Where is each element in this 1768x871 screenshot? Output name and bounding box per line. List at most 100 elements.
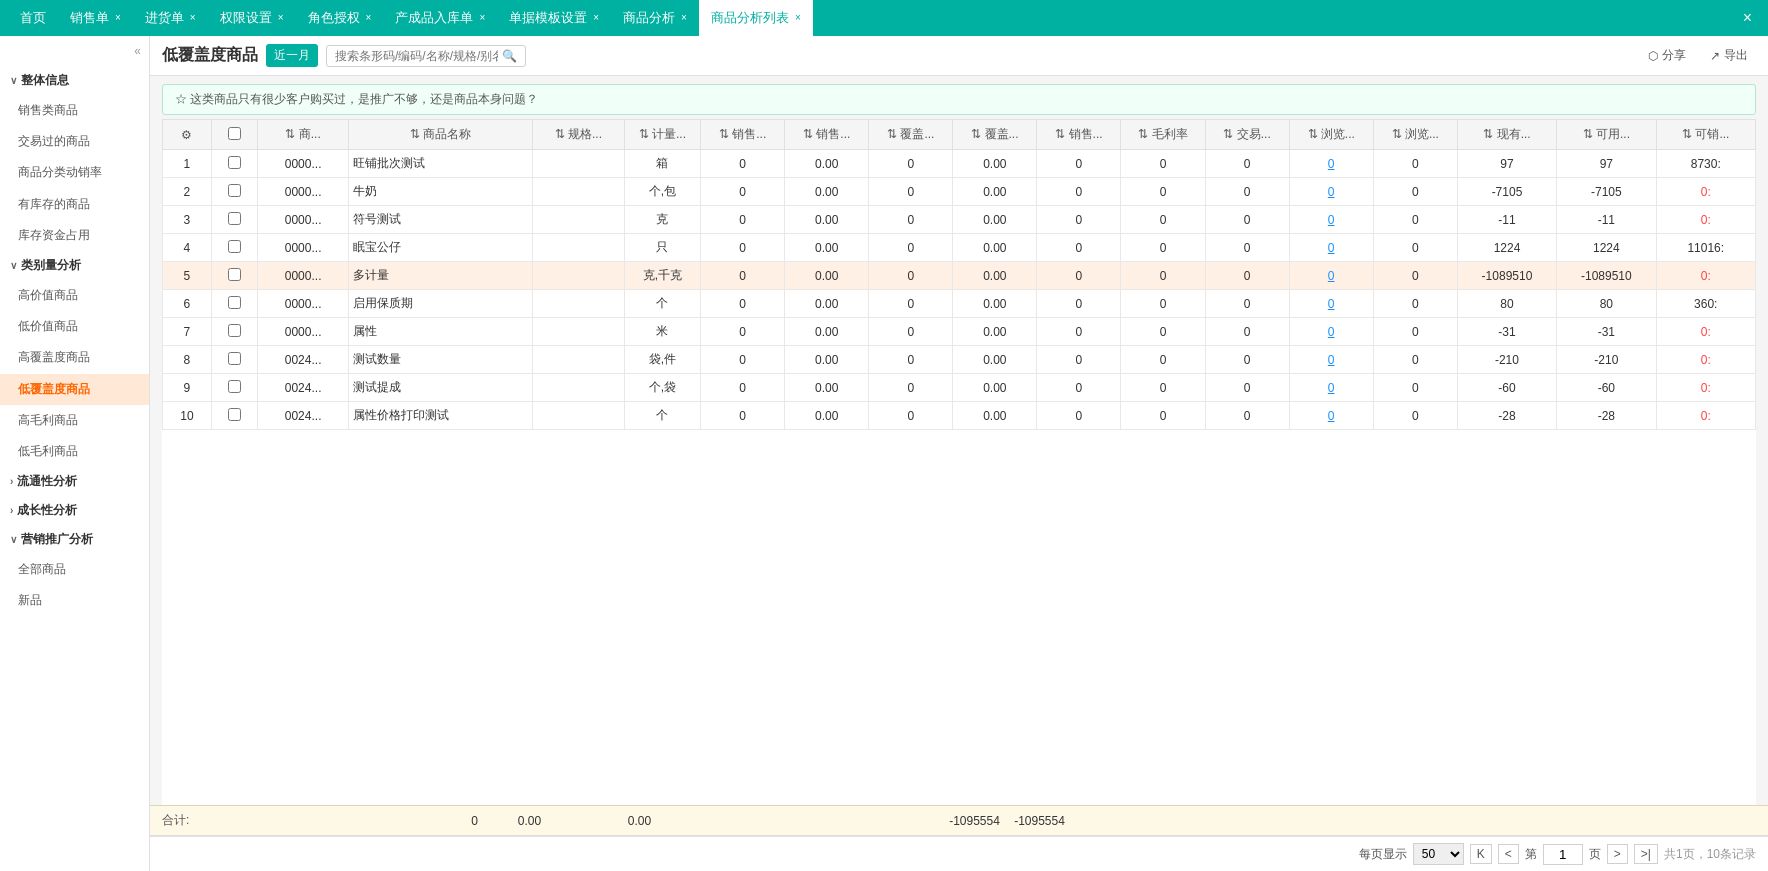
sidebar-item-stocked-products[interactable]: 有库存的商品	[0, 189, 149, 220]
page-number-input[interactable]	[1543, 844, 1583, 865]
col-unit[interactable]: ⇅ 计量...	[624, 120, 700, 150]
row-checkbox[interactable]	[228, 296, 241, 309]
sidebar-item-traded-products[interactable]: 交易过的商品	[0, 126, 149, 157]
cell-browse1[interactable]: 0	[1289, 178, 1373, 206]
share-btn[interactable]: ⬡ 分享	[1640, 44, 1694, 67]
sidebar-section-overall[interactable]: ∨ 整体信息	[0, 66, 149, 95]
nav-home[interactable]: 首页	[8, 0, 58, 36]
per-page-select[interactable]: 50 20 100	[1413, 843, 1464, 865]
row-checkbox[interactable]	[228, 324, 241, 337]
sidebar-section-growth[interactable]: › 成长性分析	[0, 496, 149, 525]
cell-checkbox[interactable]	[211, 374, 257, 402]
nav-product-in-close[interactable]: ×	[479, 0, 485, 36]
date-filter-btn[interactable]: 近一月	[266, 44, 318, 67]
search-input[interactable]	[335, 49, 498, 63]
col-sales3[interactable]: ⇅ 销售...	[1037, 120, 1121, 150]
products-table-container[interactable]: ⚙ ⇅ 商... ⇅ 商品名称 ⇅ 规格... ⇅ 计量... ⇅ 销售... …	[162, 119, 1756, 805]
cell-browse1[interactable]: 0	[1289, 318, 1373, 346]
col-coverage1[interactable]: ⇅ 覆盖...	[869, 120, 953, 150]
col-name[interactable]: ⇅ 商品名称	[349, 120, 532, 150]
search-icon[interactable]: 🔍	[502, 49, 517, 63]
col-transaction[interactable]: ⇅ 交易...	[1205, 120, 1289, 150]
col-browse2[interactable]: ⇅ 浏览...	[1373, 120, 1457, 150]
row-checkbox[interactable]	[228, 212, 241, 225]
nav-analysis-close[interactable]: ×	[681, 0, 687, 36]
sidebar-item-new-products[interactable]: 新品	[0, 585, 149, 616]
nav-role[interactable]: 角色授权 ×	[296, 0, 384, 36]
cell-checkbox[interactable]	[211, 290, 257, 318]
cell-checkbox[interactable]	[211, 402, 257, 430]
row-checkbox[interactable]	[228, 156, 241, 169]
col-current[interactable]: ⇅ 现有...	[1457, 120, 1556, 150]
export-btn[interactable]: ↗ 导出	[1702, 44, 1756, 67]
col-sales1[interactable]: ⇅ 销售...	[701, 120, 785, 150]
cell-browse1[interactable]: 0	[1289, 234, 1373, 262]
cell-browse1[interactable]: 0	[1289, 346, 1373, 374]
col-code[interactable]: ⇅ 商...	[257, 120, 349, 150]
cell-checkbox[interactable]	[211, 206, 257, 234]
nav-permission-close[interactable]: ×	[278, 0, 284, 36]
row-checkbox[interactable]	[228, 184, 241, 197]
nav-analysis-list[interactable]: 商品分析列表 ×	[699, 0, 813, 36]
cell-checkbox[interactable]	[211, 150, 257, 178]
col-spec[interactable]: ⇅ 规格...	[532, 120, 624, 150]
sidebar-item-category-sales-rate[interactable]: 商品分类动销率	[0, 157, 149, 188]
col-settings[interactable]: ⚙	[163, 120, 212, 150]
cell-browse1[interactable]: 0	[1289, 374, 1373, 402]
nav-purchase-close[interactable]: ×	[190, 0, 196, 36]
col-saleable[interactable]: ⇅ 可销...	[1656, 120, 1755, 150]
cell-checkbox[interactable]	[211, 178, 257, 206]
cell-browse1[interactable]: 0	[1289, 262, 1373, 290]
cell-s1: 0	[701, 318, 785, 346]
sidebar-item-sales-products[interactable]: 销售类商品	[0, 95, 149, 126]
sidebar-item-high-profit[interactable]: 高毛利商品	[0, 405, 149, 436]
sidebar-item-high-value[interactable]: 高价值商品	[0, 280, 149, 311]
nav-role-close[interactable]: ×	[366, 0, 372, 36]
cell-checkbox[interactable]	[211, 262, 257, 290]
cell-browse1[interactable]: 0	[1289, 206, 1373, 234]
nav-permission[interactable]: 权限设置 ×	[208, 0, 296, 36]
next-page-btn[interactable]: >	[1607, 844, 1628, 864]
window-close-btn[interactable]: ×	[1735, 9, 1760, 27]
sidebar-collapse-btn[interactable]: «	[0, 36, 149, 66]
sidebar-item-low-profit[interactable]: 低毛利商品	[0, 436, 149, 467]
first-page-btn[interactable]: K	[1470, 844, 1492, 864]
row-checkbox[interactable]	[228, 240, 241, 253]
prev-page-btn[interactable]: <	[1498, 844, 1519, 864]
select-all-checkbox[interactable]	[228, 127, 241, 140]
cell-browse1[interactable]: 0	[1289, 150, 1373, 178]
sidebar-section-circulation[interactable]: › 流通性分析	[0, 467, 149, 496]
nav-analysis-list-close[interactable]: ×	[795, 0, 801, 36]
sidebar-section-category[interactable]: ∨ 类别量分析	[0, 251, 149, 280]
cell-browse1[interactable]: 0	[1289, 290, 1373, 318]
nav-product-in[interactable]: 产成品入库单 ×	[383, 0, 497, 36]
nav-template-close[interactable]: ×	[593, 0, 599, 36]
sidebar-item-inventory-value[interactable]: 库存资金占用	[0, 220, 149, 251]
row-checkbox[interactable]	[228, 352, 241, 365]
sidebar-item-low-value[interactable]: 低价值商品	[0, 311, 149, 342]
nav-purchase[interactable]: 进货单 ×	[133, 0, 208, 36]
nav-sales-close[interactable]: ×	[115, 0, 121, 36]
sidebar-item-all-products[interactable]: 全部商品	[0, 554, 149, 585]
cell-browse1[interactable]: 0	[1289, 402, 1373, 430]
col-browse1[interactable]: ⇅ 浏览...	[1289, 120, 1373, 150]
col-sales2[interactable]: ⇅ 销售...	[785, 120, 869, 150]
row-checkbox[interactable]	[228, 408, 241, 421]
sidebar-section-marketing[interactable]: ∨ 营销推广分析	[0, 525, 149, 554]
cell-checkbox[interactable]	[211, 318, 257, 346]
col-available[interactable]: ⇅ 可用...	[1557, 120, 1656, 150]
cell-checkbox[interactable]	[211, 346, 257, 374]
col-margin[interactable]: ⇅ 毛利率	[1121, 120, 1205, 150]
arrow-icon-4: ›	[10, 505, 13, 516]
settings-icon[interactable]: ⚙	[181, 128, 192, 142]
col-coverage2[interactable]: ⇅ 覆盖...	[953, 120, 1037, 150]
nav-product-analysis[interactable]: 商品分析 ×	[611, 0, 699, 36]
row-checkbox[interactable]	[228, 268, 241, 281]
cell-checkbox[interactable]	[211, 234, 257, 262]
last-page-btn[interactable]: >|	[1634, 844, 1658, 864]
nav-sales[interactable]: 销售单 ×	[58, 0, 133, 36]
sidebar-item-low-coverage[interactable]: 低覆盖度商品	[0, 374, 149, 405]
sidebar-item-high-coverage[interactable]: 高覆盖度商品	[0, 342, 149, 373]
nav-template[interactable]: 单据模板设置 ×	[497, 0, 611, 36]
row-checkbox[interactable]	[228, 380, 241, 393]
